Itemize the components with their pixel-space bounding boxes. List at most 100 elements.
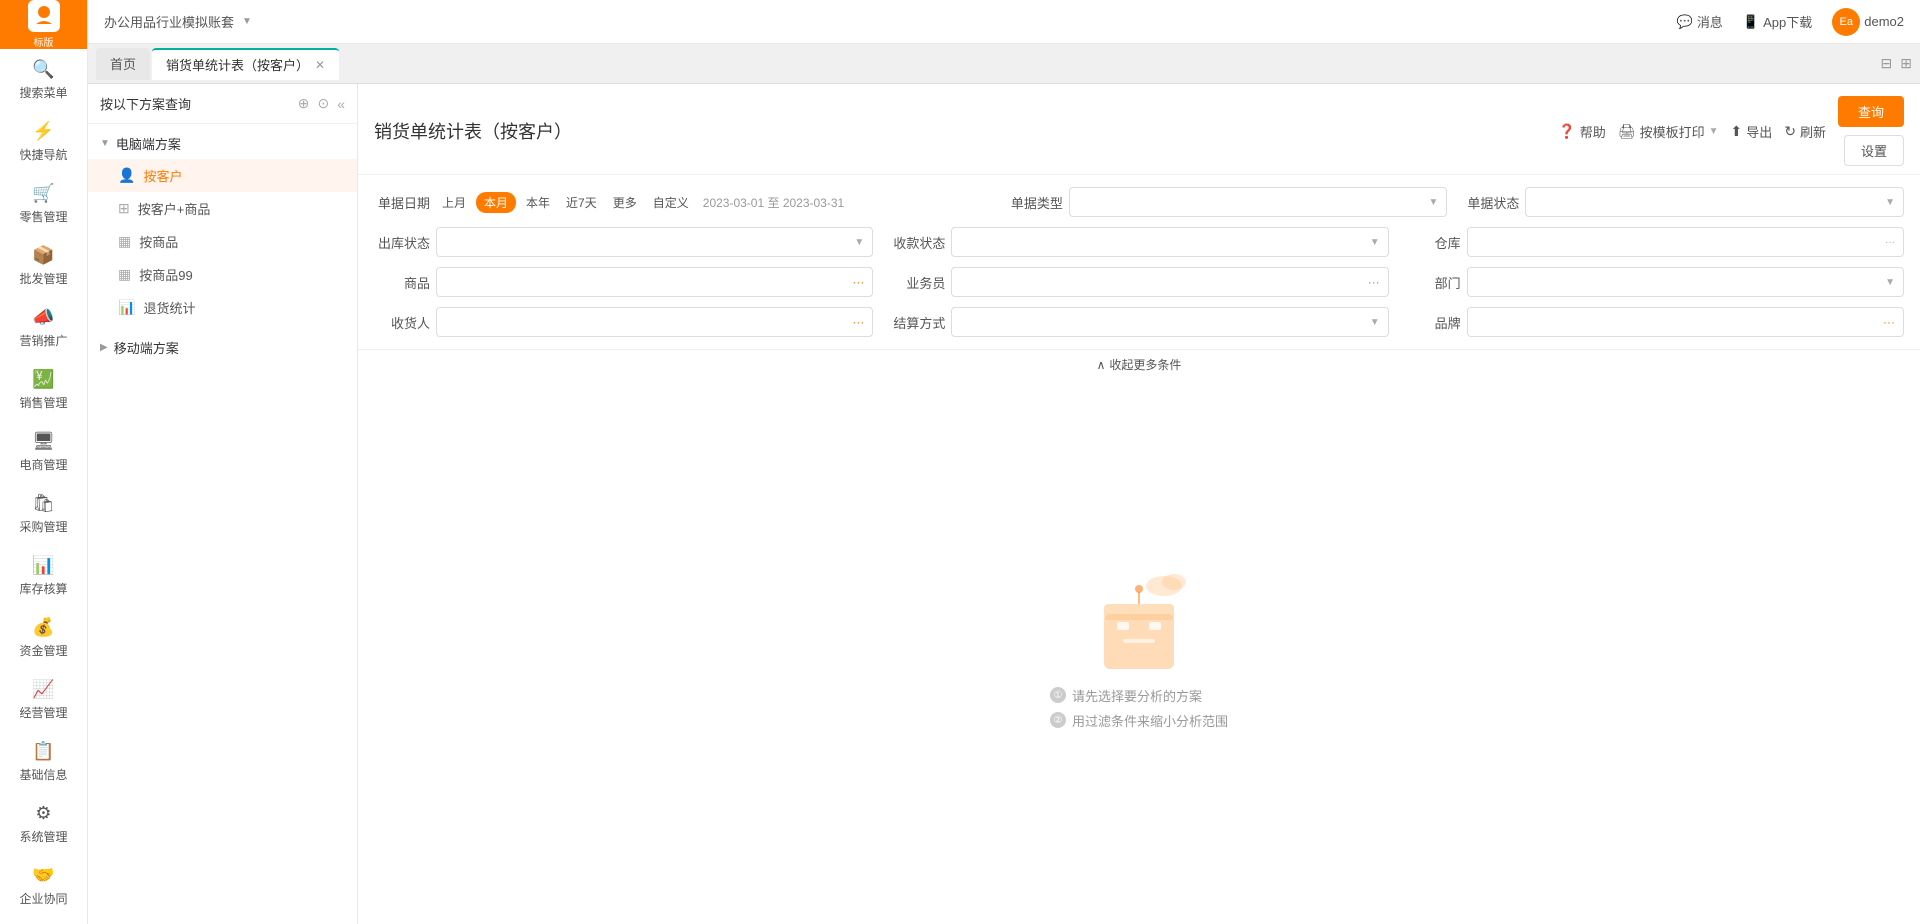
collapse-bar[interactable]: ∧ 收起更多条件 [358, 349, 1920, 379]
desktop-scheme-label: 电脑端方案 [116, 134, 181, 153]
receiver-more: ··· [852, 315, 864, 329]
order-status-label: 单据状态 [1463, 193, 1519, 212]
payment-status-input[interactable]: ▼ [951, 227, 1388, 257]
print-btn[interactable]: 🖨 按模板打印 ▼ [1618, 122, 1719, 141]
tab-bar: 首页 销货单统计表（按客户） ✕ ⊟ ⊞ [88, 44, 1920, 84]
scheme-return-icon: 📊 [118, 299, 135, 316]
sidebar-item-9[interactable]: 💰资金管理 [15, 607, 71, 669]
sidebar-item-8[interactable]: 📊库存核算 [15, 545, 71, 607]
message-btn[interactable]: 💬 消息 [1677, 12, 1723, 31]
salesperson-input[interactable]: ··· [951, 267, 1388, 297]
help-btn[interactable]: ❓ 帮助 [1558, 122, 1605, 141]
warehouse-input[interactable]: ··· [1467, 227, 1904, 257]
tab-close-icon[interactable]: ✕ [315, 58, 325, 72]
scheme-customer-goods-icon: ⊞ [118, 200, 130, 217]
scheme-by-customer[interactable]: 👤 按客户 [88, 159, 357, 192]
app-download-icon: 📱 [1743, 14, 1759, 30]
header-dropdown-arrow[interactable]: ▼ [242, 16, 252, 27]
sidebar-icon-11: 📋 [32, 741, 54, 762]
sidebar-icon-9: 💰 [32, 617, 54, 638]
scheme-customer-goods-label: 按客户+商品 [138, 199, 211, 218]
tab-minimize-icon[interactable]: ⊟ [1881, 55, 1893, 72]
sidebar-item-5[interactable]: 💹销售管理 [15, 359, 71, 421]
filter-row-1: 单据日期 上月 本月 本年 近7天 更多 自定义 2023-03-01 至 20… [374, 187, 1904, 217]
sidebar-item-0[interactable]: 🔍搜索菜单 [15, 49, 71, 111]
username: demo2 [1864, 14, 1904, 29]
refresh-btn[interactable]: ↻ 刷新 [1784, 122, 1826, 141]
filter-warehouse: 仓库 ··· [1405, 227, 1904, 257]
filter-order-status: 单据状态 ▼ [1463, 187, 1904, 217]
sidebar-label-13: 企业协同 [19, 890, 67, 907]
order-status-input[interactable]: ▼ [1525, 187, 1904, 217]
help-label: 帮助 [1580, 122, 1606, 141]
mobile-scheme-header[interactable]: ▶ 移动端方案 [88, 332, 357, 363]
sidebar-item-11[interactable]: 📋 基础信息 [15, 731, 71, 793]
department-input[interactable]: ▼ [1467, 267, 1904, 297]
scheme-customer-label: 按客户 [143, 166, 182, 185]
date-btn-custom[interactable]: 自定义 [647, 192, 695, 213]
salesperson-more: ··· [1368, 275, 1380, 289]
sidebar-item-12[interactable]: ⚙系统管理 [15, 793, 71, 855]
export-btn[interactable]: ⬆ 导出 [1730, 122, 1772, 141]
sidebar-label-11: 基础信息 [19, 766, 67, 783]
tab-home-label: 首页 [110, 54, 136, 73]
settlement-input[interactable]: ▼ [951, 307, 1388, 337]
sidebar-item-1[interactable]: ⚡快捷导航 [15, 111, 71, 173]
mobile-scheme-arrow: ▶ [100, 342, 108, 353]
sidebar-item-2[interactable]: 🛒零售管理 [15, 173, 71, 235]
sidebar-item-14[interactable]: 🎯新手引导 [15, 917, 71, 924]
receiver-input[interactable]: ··· [436, 307, 873, 337]
tab-home[interactable]: 首页 [96, 48, 150, 80]
query-button[interactable]: 查询 [1838, 96, 1904, 127]
scheme-by-goods[interactable]: ▦ 按商品 [88, 225, 357, 258]
sidebar-item-10[interactable]: 📈经营管理 [15, 669, 71, 731]
sidebar-item-4[interactable]: 📣营销推广 [15, 297, 71, 359]
collapse-panel-icon[interactable]: « [337, 96, 345, 112]
scheme-return-stat[interactable]: 📊 退货统计 [88, 291, 357, 324]
user-menu[interactable]: Ea demo2 [1832, 8, 1904, 36]
sidebar-item-6[interactable]: 🖥电商管理 [15, 421, 71, 483]
main-area: 办公用品行业模拟账套 ▼ 💬 消息 📱 App下载 Ea demo2 首页 [88, 0, 1920, 924]
mobile-scheme-section: ▶ 移动端方案 [88, 328, 357, 367]
filter-settlement: 结算方式 ▼ [889, 307, 1388, 337]
scheme-by-goods99[interactable]: ▦ 按商品99 [88, 258, 357, 291]
date-btn-more[interactable]: 更多 [607, 192, 643, 213]
sidebar-item-3[interactable]: 📦批发管理 [15, 235, 71, 297]
setting-button[interactable]: 设置 [1844, 135, 1904, 166]
avatar: Ea [1832, 8, 1860, 36]
date-range-text: 2023-03-01 至 2023-03-31 [703, 194, 844, 211]
sidebar-label-6: 电商管理 [19, 456, 67, 473]
sidebar-label-0: 搜索菜单 [19, 84, 67, 101]
date-btn-7days[interactable]: 近7天 [560, 192, 603, 213]
print-icon: 🖨 [1618, 123, 1636, 140]
empty-hint-1-text: 请先选择要分析的方案 [1072, 686, 1202, 705]
date-btn-this-month[interactable]: 本月 [476, 192, 516, 213]
top-header: 办公用品行业模拟账套 ▼ 💬 消息 📱 App下载 Ea demo2 [88, 0, 1920, 44]
brand-label: 品牌 [1405, 313, 1461, 332]
scheme-customer-icon: 👤 [118, 167, 135, 184]
desktop-scheme-arrow: ▼ [100, 138, 110, 149]
sidebar-item-7[interactable]: 🛍采购管理 [15, 483, 71, 545]
sidebar-icon-3: 📦 [32, 245, 54, 266]
sidebar-label-4: 营销推广 [19, 332, 67, 349]
sidebar-item-13[interactable]: 🤝企业协同 [15, 855, 71, 917]
order-type-input[interactable]: ▼ [1069, 187, 1448, 217]
out-status-input[interactable]: ▼ [436, 227, 873, 257]
scheme-by-customer-goods[interactable]: ⊞ 按客户+商品 [88, 192, 357, 225]
print-dropdown-icon[interactable]: ▼ [1709, 126, 1719, 137]
filter-date: 单据日期 上月 本月 本年 近7天 更多 自定义 2023-03-01 至 20… [374, 192, 991, 213]
brand-input[interactable]: ··· [1467, 307, 1904, 337]
add-scheme-icon[interactable]: ⊕ [298, 95, 310, 112]
goods-input[interactable]: ··· [436, 267, 873, 297]
date-btn-this-year[interactable]: 本年 [520, 192, 556, 213]
settings-scheme-icon[interactable]: ⊙ [317, 95, 329, 112]
app-download-btn[interactable]: 📱 App下载 [1743, 12, 1812, 31]
tab-expand-icon[interactable]: ⊞ [1900, 55, 1912, 72]
desktop-scheme-header[interactable]: ▼ 电脑端方案 [88, 128, 357, 159]
filter-salesperson: 业务员 ··· [889, 267, 1388, 297]
message-label: 消息 [1697, 12, 1723, 31]
sidebar-icon-2: 🛒 [32, 183, 54, 204]
settlement-label: 结算方式 [889, 313, 945, 332]
date-btn-last-month[interactable]: 上月 [436, 192, 472, 213]
tab-sales-stat[interactable]: 销货单统计表（按客户） ✕ [152, 48, 339, 80]
